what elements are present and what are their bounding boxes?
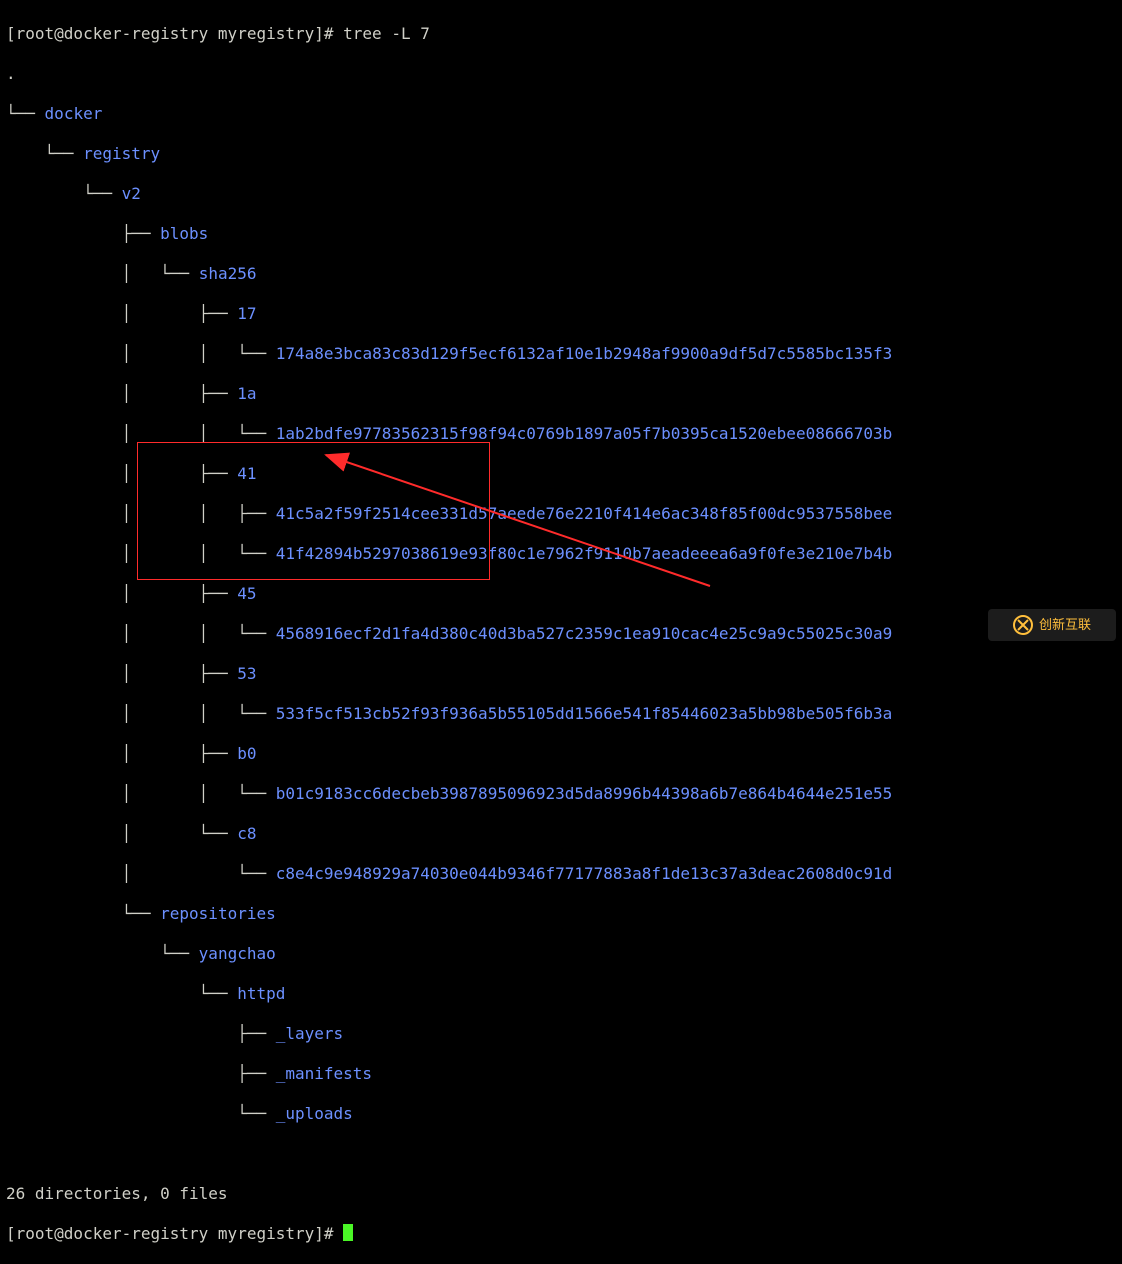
tree-row: └── httpd [6,984,892,1004]
prompt-line[interactable]: [root@docker-registry myregistry]# [6,1224,892,1244]
tree-row: │ ├── 1a [6,384,892,404]
tree-row: └── yangchao [6,944,892,964]
tree-row: │ ├── 41 [6,464,892,484]
tree-row: ├── blobs [6,224,892,244]
tree-row: └── registry [6,144,892,164]
tree-row: │ ├── 53 [6,664,892,684]
tree-row: └── _uploads [6,1104,892,1124]
tree-row: │ └── c8e4c9e948929a74030e044b9346f77177… [6,864,892,884]
tree-row: └── v2 [6,184,892,204]
tree-row: └── repositories [6,904,892,924]
logo-icon [1013,615,1033,635]
tree-row: │ │ └── 41f42894b5297038619e93f80c1e7962… [6,544,892,564]
summary-line: 26 directories, 0 files [6,1184,892,1204]
tree-row: │ ├── 17 [6,304,892,324]
tree-row: └── docker [6,104,892,124]
empty-line [6,1144,892,1164]
tree-root: . [6,64,892,84]
terminal: [root@docker-registry myregistry]# tree … [6,4,892,1264]
tree-row: │ │ └── b01c9183cc6decbeb3987895096923d5… [6,784,892,804]
tree-row: │ │ └── 533f5cf513cb52f93f936a5b55105dd1… [6,704,892,724]
tree-row: ├── _layers [6,1024,892,1044]
cmd-line: [root@docker-registry myregistry]# tree … [6,24,892,44]
tree-row: │ │ └── 1ab2bdfe97783562315f98f94c0769b1… [6,424,892,444]
tree-row: │ │ ├── 41c5a2f59f2514cee331d57aeede76e2… [6,504,892,524]
watermark-logo: 创新互联 [988,609,1116,641]
cursor-icon [343,1224,353,1241]
tree-row: │ └── c8 [6,824,892,844]
tree-row: │ │ └── 174a8e3bca83c83d129f5ecf6132af10… [6,344,892,364]
logo-text: 创新互联 [1039,615,1091,635]
tree-row: │ └── sha256 [6,264,892,284]
tree-row: ├── _manifests [6,1064,892,1084]
tree-row: │ ├── 45 [6,584,892,604]
tree-row: │ ├── b0 [6,744,892,764]
tree-row: │ │ └── 4568916ecf2d1fa4d380c40d3ba527c2… [6,624,892,644]
